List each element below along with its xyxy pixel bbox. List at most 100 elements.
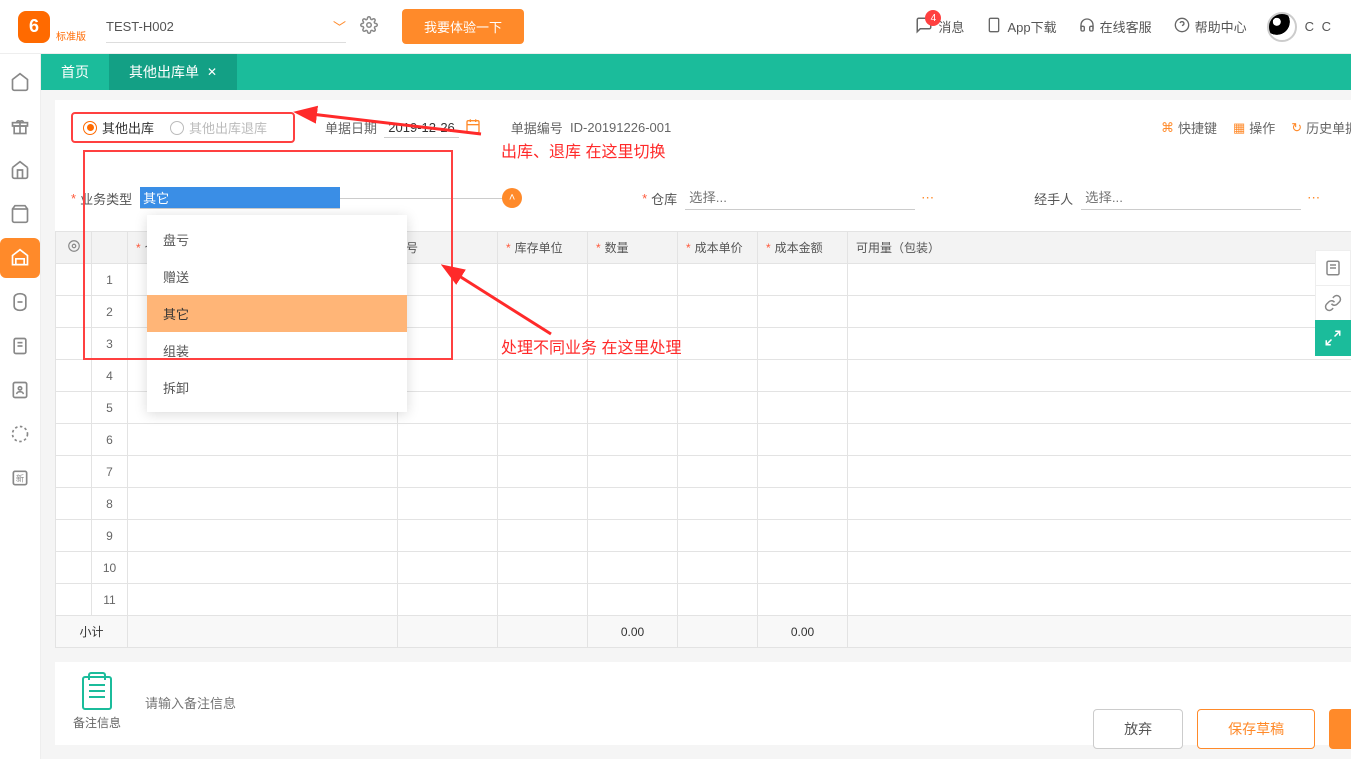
cell-unit[interactable]	[498, 296, 588, 328]
cell-available[interactable]	[848, 328, 1351, 360]
cell-price[interactable]	[678, 456, 758, 488]
cell-available[interactable]	[848, 296, 1351, 328]
rail-item-sync[interactable]	[0, 414, 40, 454]
cell-available[interactable]	[848, 584, 1351, 616]
cell-amount[interactable]	[758, 264, 848, 296]
cell-price[interactable]	[678, 328, 758, 360]
rail-item-sales[interactable]	[0, 194, 40, 234]
avatar[interactable]	[1267, 12, 1297, 42]
cell-warehouse[interactable]	[128, 584, 398, 616]
col-qty[interactable]: *数量	[588, 232, 678, 264]
rail-item-contacts[interactable]	[0, 370, 40, 410]
calendar-icon[interactable]	[465, 118, 481, 137]
cell-unit[interactable]	[498, 424, 588, 456]
cta-button[interactable]: 我要体验一下	[402, 9, 524, 44]
cell-warehouse[interactable]	[128, 520, 398, 552]
cell-warehouse[interactable]	[128, 424, 398, 456]
cell-qty[interactable]	[588, 456, 678, 488]
cell-amount[interactable]	[758, 360, 848, 392]
rail-item-report[interactable]	[0, 326, 40, 366]
table-row[interactable]: 9	[56, 520, 1351, 552]
customer-service-link[interactable]: 在线客服	[1079, 17, 1152, 36]
cell-amount[interactable]	[758, 392, 848, 424]
cell-available[interactable]	[848, 552, 1351, 584]
more-icon[interactable]: ⋯	[1307, 190, 1320, 206]
dropdown-item[interactable]: 拆卸	[147, 369, 407, 406]
cell-code[interactable]	[398, 392, 498, 424]
app-download-link[interactable]: App下载	[986, 17, 1056, 36]
rail-item-finance[interactable]	[0, 282, 40, 322]
cell-qty[interactable]	[588, 392, 678, 424]
cell-price[interactable]	[678, 552, 758, 584]
cell-available[interactable]	[848, 424, 1351, 456]
cell-amount[interactable]	[758, 328, 848, 360]
tab-current[interactable]: 其他出库单 ✕	[109, 54, 237, 90]
cell-code[interactable]	[398, 488, 498, 520]
cell-available[interactable]	[848, 392, 1351, 424]
more-icon[interactable]: ⋯	[921, 190, 934, 206]
cell-warehouse[interactable]	[128, 456, 398, 488]
dropdown-item[interactable]: 组装	[147, 332, 407, 369]
cell-code[interactable]	[398, 424, 498, 456]
cell-price[interactable]	[678, 360, 758, 392]
cell-amount[interactable]	[758, 488, 848, 520]
cell-qty[interactable]	[588, 424, 678, 456]
cell-warehouse[interactable]	[128, 552, 398, 584]
cell-qty[interactable]	[588, 584, 678, 616]
tab-home[interactable]: 首页	[41, 54, 109, 90]
cell-qty[interactable]	[588, 552, 678, 584]
cell-amount[interactable]	[758, 296, 848, 328]
cell-available[interactable]	[848, 488, 1351, 520]
cell-amount[interactable]	[758, 584, 848, 616]
cell-amount[interactable]	[758, 456, 848, 488]
cell-qty[interactable]	[588, 296, 678, 328]
expand-tool-icon[interactable]	[1315, 320, 1351, 356]
cell-price[interactable]	[678, 296, 758, 328]
cell-code[interactable]	[398, 584, 498, 616]
rail-item-new[interactable]: 新	[0, 458, 40, 498]
cell-code[interactable]	[398, 520, 498, 552]
cell-qty[interactable]	[588, 488, 678, 520]
table-row[interactable]: 10	[56, 552, 1351, 584]
dropdown-item[interactable]: 其它	[147, 295, 407, 332]
save-draft-button[interactable]: 保存草稿	[1197, 709, 1315, 749]
table-row[interactable]: 7	[56, 456, 1351, 488]
cell-price[interactable]	[678, 392, 758, 424]
cell-price[interactable]	[678, 584, 758, 616]
handler-input[interactable]	[1081, 186, 1301, 210]
gear-column-header[interactable]	[56, 232, 92, 264]
cell-code[interactable]	[398, 328, 498, 360]
cell-code[interactable]	[398, 552, 498, 584]
business-type-value[interactable]: 其它	[140, 187, 340, 209]
history-link[interactable]: ↻历史单据	[1291, 118, 1351, 137]
cell-unit[interactable]	[498, 552, 588, 584]
warehouse-input[interactable]	[685, 186, 915, 210]
link-tool-icon[interactable]	[1315, 285, 1351, 321]
col-code[interactable]: 号	[398, 232, 498, 264]
cell-unit[interactable]	[498, 264, 588, 296]
dropdown-item[interactable]: 赠送	[147, 258, 407, 295]
cell-unit[interactable]	[498, 456, 588, 488]
tenant-selector[interactable]: TEST-H002 ﹀	[106, 11, 346, 43]
cell-price[interactable]	[678, 520, 758, 552]
col-available[interactable]: 可用量（包装）	[848, 232, 1351, 264]
cell-unit[interactable]	[498, 520, 588, 552]
rail-item-warehouse[interactable]	[0, 238, 40, 278]
cell-amount[interactable]	[758, 424, 848, 456]
col-stock-unit[interactable]: *库存单位	[498, 232, 588, 264]
rail-item-purchase[interactable]	[0, 150, 40, 190]
cell-available[interactable]	[848, 456, 1351, 488]
cell-unit[interactable]	[498, 488, 588, 520]
col-cost-amount[interactable]: *成本金额	[758, 232, 848, 264]
radio-return[interactable]: 其他出库退库	[170, 118, 267, 137]
col-cost-price[interactable]: *成本单价	[678, 232, 758, 264]
cell-price[interactable]	[678, 488, 758, 520]
gear-icon[interactable]	[360, 16, 378, 37]
dropdown-item[interactable]: 盘亏	[147, 221, 407, 258]
cell-qty[interactable]	[588, 264, 678, 296]
note-tool-icon[interactable]	[1315, 250, 1351, 286]
close-icon[interactable]: ✕	[207, 65, 217, 79]
cell-code[interactable]	[398, 360, 498, 392]
table-row[interactable]: 6	[56, 424, 1351, 456]
messages-link[interactable]: 消息 4	[915, 16, 964, 37]
